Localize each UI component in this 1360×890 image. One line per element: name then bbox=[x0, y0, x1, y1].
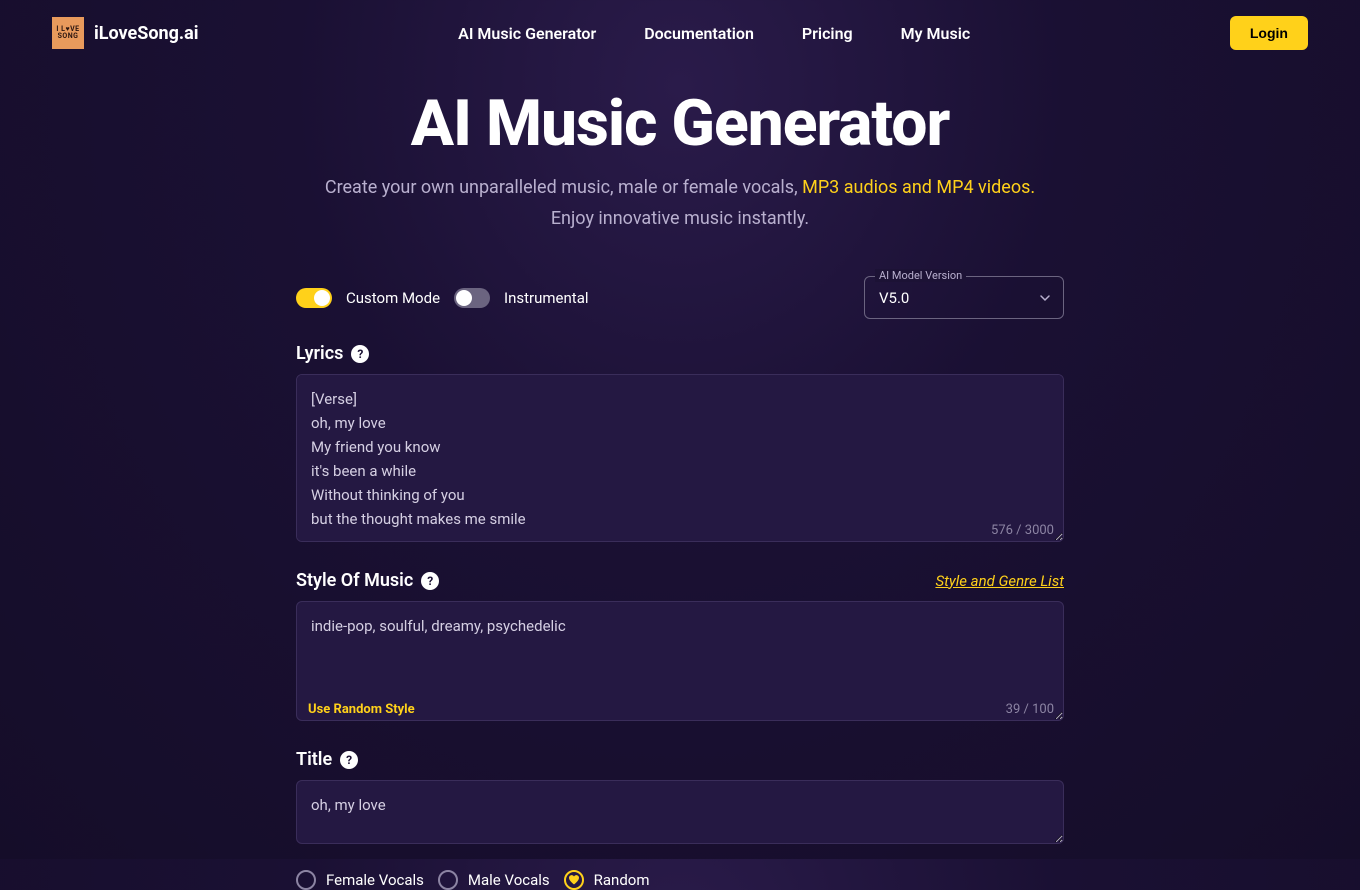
lyrics-label: Lyrics ? bbox=[296, 343, 369, 364]
style-wrap: Use Random Style 39 / 100 bbox=[296, 601, 1064, 725]
model-version-label: AI Model Version bbox=[875, 269, 966, 282]
use-random-style-button[interactable]: Use Random Style bbox=[308, 702, 415, 717]
radio-icon bbox=[296, 870, 316, 890]
model-version-value: V5.0 bbox=[879, 289, 909, 307]
style-counter: 39 / 100 bbox=[1006, 702, 1054, 717]
title-label: Title ? bbox=[296, 749, 358, 770]
lyrics-label-row: Lyrics ? bbox=[296, 343, 1064, 364]
lyrics-input[interactable] bbox=[296, 374, 1064, 542]
nav-my-music[interactable]: My Music bbox=[901, 24, 971, 43]
title-label-row: Title ? bbox=[296, 749, 1064, 770]
model-version-select[interactable]: AI Model Version V5.0 bbox=[864, 276, 1064, 319]
brand-name: iLoveSong.ai bbox=[94, 23, 198, 44]
instrumental-toggle[interactable] bbox=[454, 288, 490, 308]
subtitle-accent: MP3 audios and MP4 videos. bbox=[802, 177, 1035, 198]
heart-icon bbox=[568, 874, 580, 886]
style-genre-list-link[interactable]: Style and Genre List bbox=[935, 572, 1064, 590]
help-icon[interactable]: ? bbox=[340, 751, 358, 769]
help-icon[interactable]: ? bbox=[351, 345, 369, 363]
main: AI Music Generator Create your own unpar… bbox=[296, 66, 1064, 890]
login-button[interactable]: Login bbox=[1230, 16, 1308, 50]
help-icon[interactable]: ? bbox=[421, 572, 439, 590]
nav-pricing[interactable]: Pricing bbox=[802, 24, 853, 43]
male-vocals-radio[interactable]: Male Vocals bbox=[438, 870, 550, 890]
random-vocals-radio[interactable]: Random bbox=[564, 870, 650, 890]
toggles: Custom Mode Instrumental bbox=[296, 288, 589, 308]
chevron-down-icon bbox=[1039, 292, 1051, 304]
page-title: AI Music Generator bbox=[296, 86, 1064, 161]
header: I L♥VE SONG iLoveSong.ai AI Music Genera… bbox=[0, 0, 1360, 66]
title-wrap bbox=[296, 780, 1064, 848]
lyrics-counter: 576 / 3000 bbox=[991, 523, 1054, 538]
controls-row: Custom Mode Instrumental AI Model Versio… bbox=[296, 276, 1064, 319]
lyrics-wrap: 576 / 3000 bbox=[296, 374, 1064, 546]
radio-icon bbox=[564, 870, 584, 890]
page-subtitle: Create your own unparalleled music, male… bbox=[296, 173, 1064, 234]
brand[interactable]: I L♥VE SONG iLoveSong.ai bbox=[52, 17, 198, 49]
custom-mode-toggle[interactable] bbox=[296, 288, 332, 308]
nav-documentation[interactable]: Documentation bbox=[644, 24, 754, 43]
style-label-row: Style Of Music ? Style and Genre List bbox=[296, 570, 1064, 591]
nav-ai-music-generator[interactable]: AI Music Generator bbox=[458, 24, 596, 43]
radio-icon bbox=[438, 870, 458, 890]
female-vocals-radio[interactable]: Female Vocals bbox=[296, 870, 424, 890]
logo-icon: I L♥VE SONG bbox=[52, 17, 84, 49]
nav: AI Music Generator Documentation Pricing… bbox=[458, 24, 970, 43]
vocals-row: Female Vocals Male Vocals Random bbox=[296, 870, 1064, 890]
instrumental-label: Instrumental bbox=[504, 289, 588, 307]
title-input[interactable] bbox=[296, 780, 1064, 844]
style-label: Style Of Music ? bbox=[296, 570, 439, 591]
custom-mode-label: Custom Mode bbox=[346, 289, 440, 307]
